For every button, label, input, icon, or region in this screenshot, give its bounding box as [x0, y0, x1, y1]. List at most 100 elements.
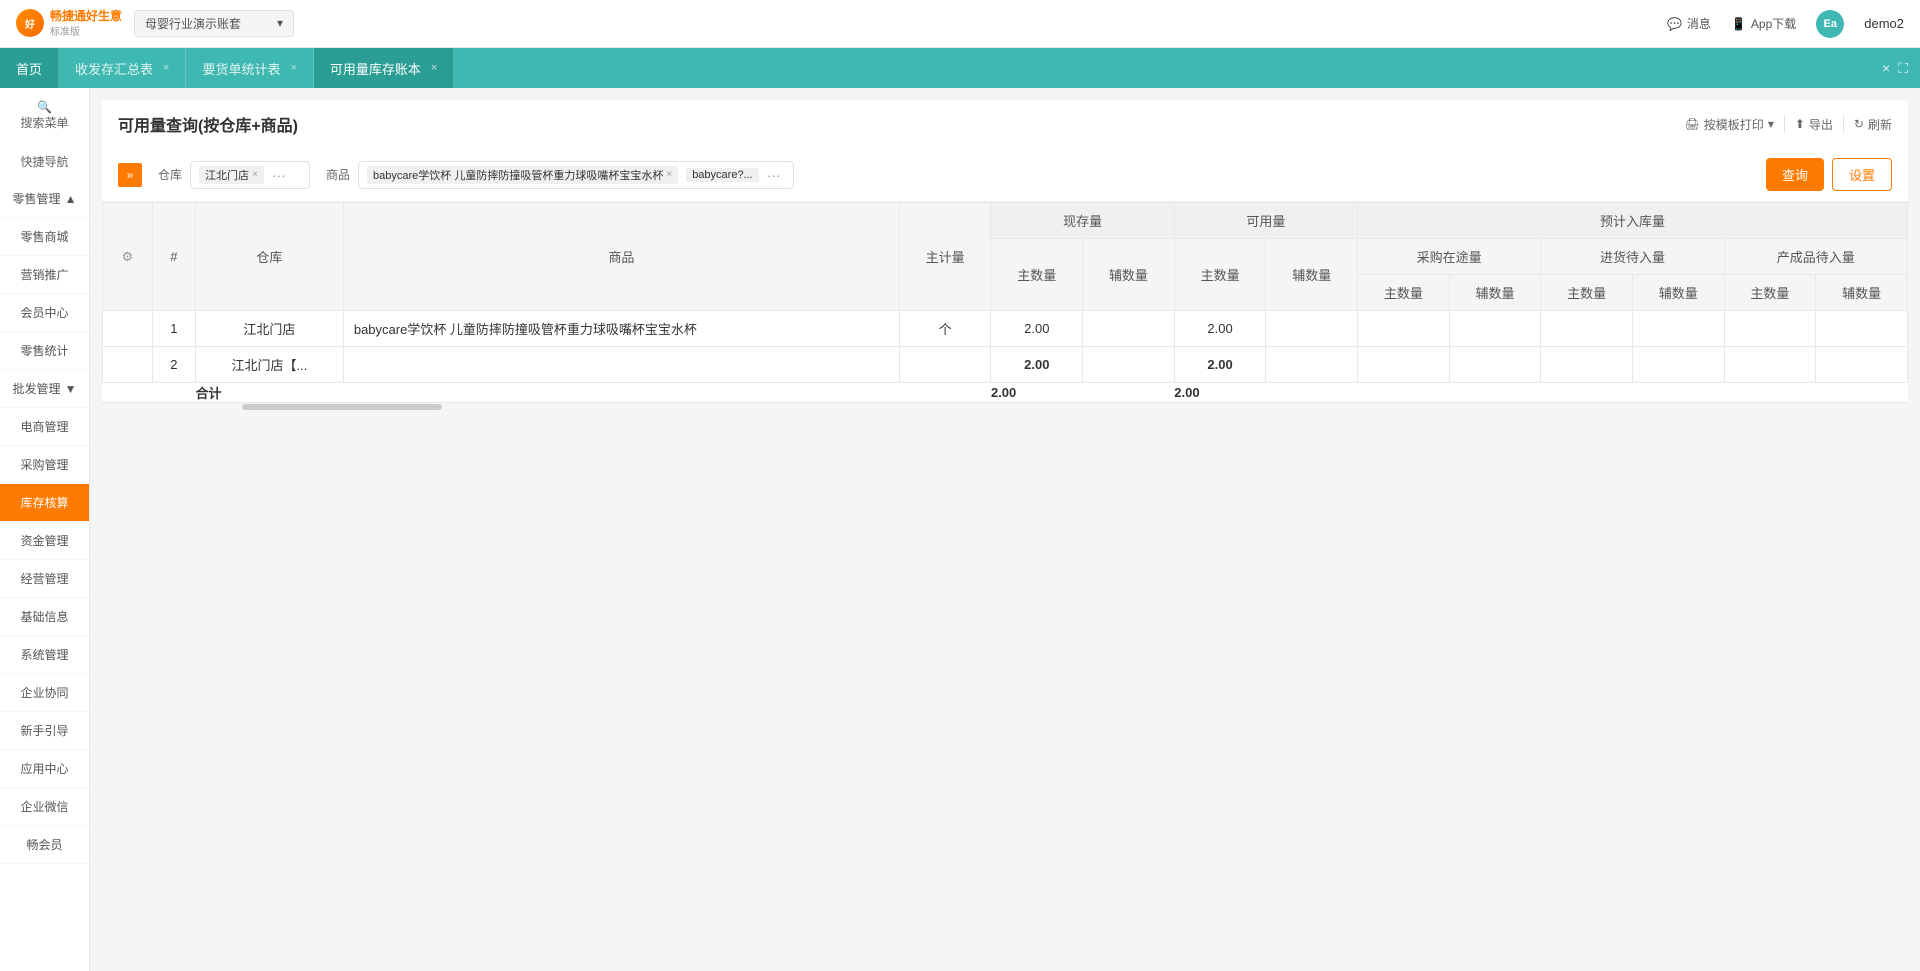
appcenter-label: 应用中心: [20, 762, 68, 776]
row-current-main-1: 2.00: [991, 311, 1083, 347]
username[interactable]: demo2: [1864, 16, 1904, 31]
system-label: 系统管理: [20, 648, 68, 662]
tab-demand-close[interactable]: ×: [290, 62, 296, 74]
sidebar-item-ecommerce[interactable]: 电商管理: [0, 408, 89, 446]
industry-selector[interactable]: 母婴行业演示账套 ▾: [134, 10, 294, 37]
sidebar-item-wholesale-mgmt[interactable]: 批发管理 ▼: [0, 370, 89, 408]
sidebar-item-system[interactable]: 系统管理: [0, 636, 89, 674]
filter-expand-button[interactable]: »: [118, 163, 142, 187]
sidebar-search[interactable]: 🔍 搜索菜单: [0, 88, 89, 143]
sidebar-item-retail-mgmt[interactable]: 零售管理 ▲: [0, 180, 89, 218]
sidebar-item-newbie[interactable]: 新手引导: [0, 712, 89, 750]
sidebar-quick-nav[interactable]: 快捷导航: [0, 143, 89, 180]
summary-current-main: 2.00: [991, 383, 1083, 403]
warehouse-filter-label: 仓库: [158, 166, 182, 183]
row-warehouse-1: 江北门店: [195, 311, 343, 347]
close-all-button[interactable]: ×: [1882, 60, 1890, 76]
summary-row: 合计 2.00 2.00: [103, 383, 1908, 403]
row-warehouse-2: 江北门店【...: [195, 347, 343, 383]
row-incoming-aux-2: [1632, 347, 1724, 383]
page-actions: 🖨 按模板打印 ▾ ⬆ 导出 ↻ 刷新: [1685, 116, 1892, 133]
logo-text-area: 畅捷通好生意 标准版: [50, 9, 122, 38]
th-gear[interactable]: ⚙: [103, 203, 153, 311]
tab-home[interactable]: 首页: [0, 48, 59, 88]
sidebar-item-wechat[interactable]: 企业微信: [0, 788, 89, 826]
query-button[interactable]: 查询: [1766, 158, 1824, 191]
tab-demand[interactable]: 要货单统计表 ×: [186, 48, 313, 88]
summary-avail-main: 2.00: [1174, 383, 1266, 403]
sidebar-item-appcenter[interactable]: 应用中心: [0, 750, 89, 788]
product-tag-1: babycare学饮杯 儿童防摔防撞吸管杯重力球吸嘴杯宝宝水杯 ×: [367, 166, 678, 184]
sidebar-item-retail-mall[interactable]: 零售商城: [0, 218, 89, 256]
chevron-icon-2: ▼: [65, 382, 77, 396]
summary-incoming-aux: [1632, 383, 1724, 403]
row-current-aux-1: [1083, 311, 1175, 347]
tab-receive-close[interactable]: ×: [163, 62, 169, 74]
logo-icon: 好: [16, 9, 44, 37]
logo-area: 好 畅捷通好生意 标准版: [16, 9, 122, 38]
tab-available[interactable]: 可用量库存账本 ×: [314, 48, 454, 88]
top-bar-left: 好 畅捷通好生意 标准版 母婴行业演示账套 ▾: [16, 9, 294, 38]
message-button[interactable]: 💬 消息: [1667, 15, 1711, 32]
nav-tabs-right: × ⛶: [1882, 60, 1920, 77]
sidebar-item-marketing[interactable]: 营销推广: [0, 256, 89, 294]
table-row: 2 江北门店【... 2.00 2.00: [103, 347, 1908, 383]
row-product-main-2: [1724, 347, 1816, 383]
sidebar-item-enterprise[interactable]: 企业协同: [0, 674, 89, 712]
table-row: 1 江北门店 babycare学饮杯 儿童防摔防撞吸管杯重力球吸嘴杯宝宝水杯 个…: [103, 311, 1908, 347]
fullscreen-button[interactable]: ⛶: [1898, 60, 1908, 77]
refresh-label: 刷新: [1868, 116, 1892, 133]
warehouse-tag: 江北门店 ×: [199, 166, 264, 184]
scrollbar-thumb[interactable]: [242, 404, 442, 410]
th-current-aux: 辅数量: [1083, 239, 1175, 311]
row-gear-1: [103, 311, 153, 347]
warehouse-filter-group: 仓库 江北门店 × ···: [158, 161, 310, 189]
warehouse-tag-close[interactable]: ×: [252, 169, 258, 180]
page-header: 可用量查询(按仓库+商品) 🖨 按模板打印 ▾ ⬆ 导出 ↻ 刷新: [102, 100, 1908, 148]
th-avail-main: 主数量: [1174, 239, 1266, 311]
warehouse-more-icon[interactable]: ···: [268, 167, 290, 183]
sidebar-item-purchase[interactable]: 采购管理: [0, 446, 89, 484]
row-index-2: 2: [152, 347, 195, 383]
logo-subtitle: 标准版: [50, 23, 122, 38]
th-current-stock: 现存量: [991, 203, 1174, 239]
export-button[interactable]: ⬆ 导出: [1795, 116, 1833, 133]
setting-button[interactable]: 设置: [1832, 158, 1892, 191]
th-available: 可用量: [1174, 203, 1357, 239]
product-filter-group: 商品 babycare学饮杯 儿童防摔防撞吸管杯重力球吸嘴杯宝宝水杯 × bab…: [326, 161, 794, 189]
data-table: ⚙ # 仓库 商品 主计量 现存量 可用量 预计入库量 主数量 辅数量 主数量 …: [102, 202, 1908, 402]
summary-label: 合计: [195, 383, 343, 403]
sidebar-item-member2[interactable]: 畅会员: [0, 826, 89, 864]
nav-tabs: 首页 收发存汇总表 × 要货单统计表 × 可用量库存账本 × × ⛶: [0, 48, 1920, 88]
filter-bar: » 仓库 江北门店 × ··· 商品 babycare学饮杯 儿童防摔防撞吸管杯…: [102, 148, 1908, 202]
tab-receive[interactable]: 收发存汇总表 ×: [59, 48, 186, 88]
product-more-icon[interactable]: ···: [763, 167, 785, 183]
tab-available-close[interactable]: ×: [431, 62, 437, 74]
newbie-label: 新手引导: [20, 724, 68, 738]
row-gear-2: [103, 347, 153, 383]
filter-actions: 查询 设置: [1766, 158, 1892, 191]
product-tag-1-close[interactable]: ×: [666, 169, 672, 180]
sidebar-item-finance[interactable]: 资金管理: [0, 522, 89, 560]
sidebar-item-member[interactable]: 会员中心: [0, 294, 89, 332]
sidebar-item-retail-stats[interactable]: 零售统计: [0, 332, 89, 370]
enterprise-label: 企业协同: [20, 686, 68, 700]
summary-unit: [899, 383, 991, 403]
product-filter-input[interactable]: babycare学饮杯 儿童防摔防撞吸管杯重力球吸嘴杯宝宝水杯 × babyca…: [358, 161, 794, 189]
refresh-button[interactable]: ↻ 刷新: [1854, 116, 1892, 133]
row-unit-1: 个: [899, 311, 991, 347]
summary-idx: [152, 383, 195, 403]
row-avail-aux-2: [1266, 347, 1358, 383]
product-tag-2: babycare?...: [686, 168, 759, 182]
inventory-label: 库存核算: [20, 496, 68, 510]
app-download-button[interactable]: 📱 App下载: [1731, 15, 1796, 32]
warehouse-filter-input[interactable]: 江北门店 × ···: [190, 161, 310, 189]
summary-current-aux: [1083, 383, 1175, 403]
print-button[interactable]: 🖨 按模板打印 ▾: [1685, 116, 1774, 133]
horizontal-scrollbar[interactable]: [102, 402, 1908, 410]
refresh-icon: ↻: [1854, 117, 1864, 131]
summary-purchase-aux: [1449, 383, 1541, 403]
sidebar-item-inventory[interactable]: 库存核算: [0, 484, 89, 522]
sidebar-item-ops[interactable]: 经营管理: [0, 560, 89, 598]
sidebar-item-basic[interactable]: 基础信息: [0, 598, 89, 636]
